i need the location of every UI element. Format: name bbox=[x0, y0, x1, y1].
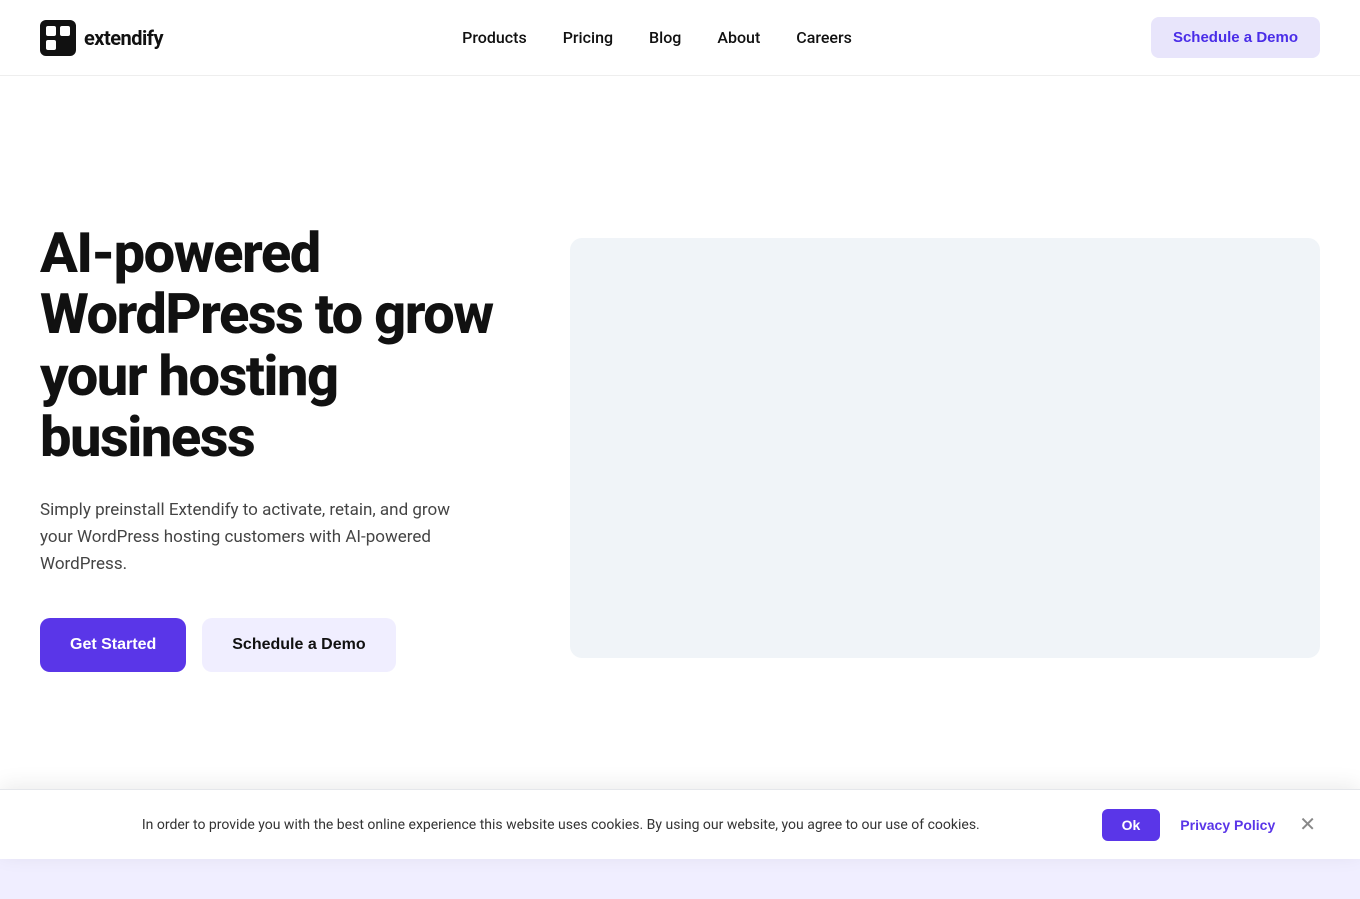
nav-item-careers[interactable]: Careers bbox=[796, 28, 852, 47]
cookie-ok-button[interactable]: Ok bbox=[1102, 809, 1161, 841]
hero-content: AI-powered WordPress to grow your hostin… bbox=[40, 223, 530, 673]
hero-visual: Hostlogo What are your goals? We'll make… bbox=[570, 238, 1320, 658]
cookie-privacy-button[interactable]: Privacy Policy bbox=[1180, 817, 1275, 833]
hero-title: AI-powered WordPress to grow your hostin… bbox=[40, 223, 530, 469]
nav-item-blog[interactable]: Blog bbox=[649, 28, 681, 47]
hero-buttons: Get Started Schedule a Demo bbox=[40, 618, 530, 672]
cookie-message: In order to provide you with the best on… bbox=[40, 817, 1082, 833]
nav-links: Products Pricing Blog About Careers bbox=[462, 28, 852, 47]
nav-item-about[interactable]: About bbox=[717, 28, 760, 47]
cookie-banner: In order to provide you with the best on… bbox=[0, 789, 1360, 859]
logo-text: extendify bbox=[84, 26, 163, 50]
get-started-button[interactable]: Get Started bbox=[40, 618, 186, 672]
nav-item-products[interactable]: Products bbox=[462, 28, 527, 47]
nav-item-pricing[interactable]: Pricing bbox=[563, 28, 613, 47]
hero-section: AI-powered WordPress to grow your hostin… bbox=[0, 76, 1360, 799]
hero-subtitle: Simply preinstall Extendify to activate,… bbox=[40, 497, 460, 579]
logo-link[interactable]: extendify bbox=[40, 20, 163, 56]
nav-schedule-demo-button[interactable]: Schedule a Demo bbox=[1151, 17, 1320, 58]
schedule-demo-button[interactable]: Schedule a Demo bbox=[202, 618, 395, 672]
extendify-logo-icon bbox=[40, 20, 76, 56]
navbar: extendify Products Pricing Blog About Ca… bbox=[0, 0, 1360, 76]
cookie-close-button[interactable]: ✕ bbox=[1295, 808, 1320, 841]
